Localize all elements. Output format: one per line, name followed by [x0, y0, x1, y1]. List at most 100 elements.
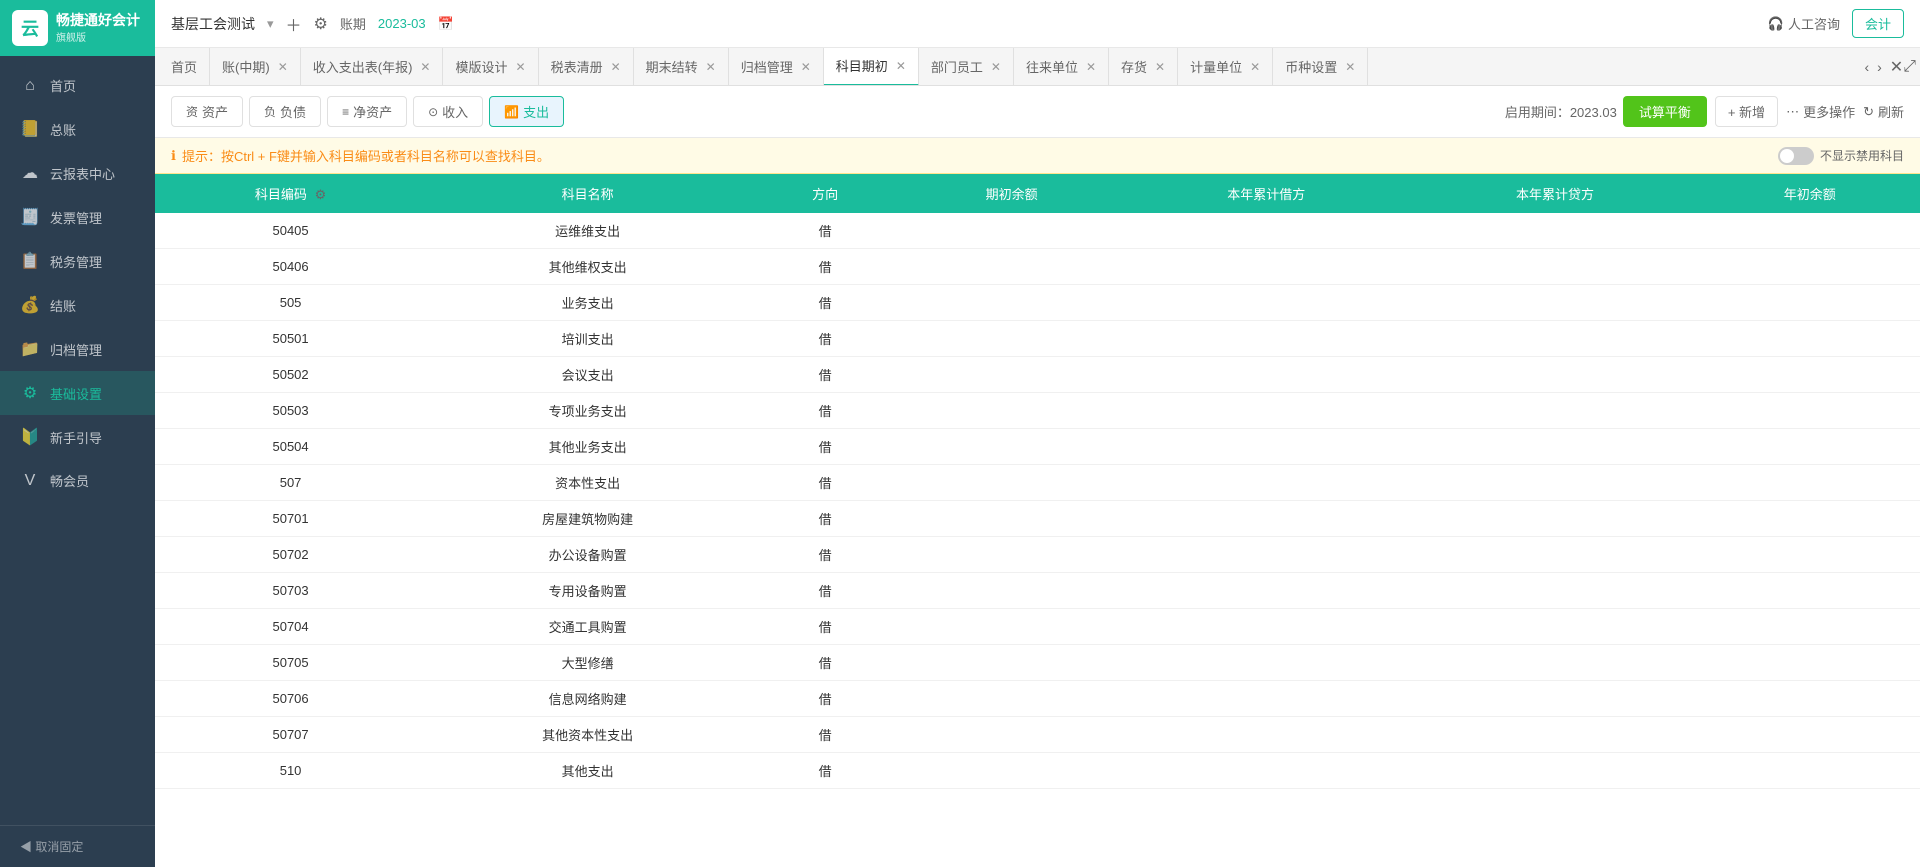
- col-code-label: 科目编码: [255, 187, 307, 202]
- tab-tax[interactable]: 税表清册 ✕: [539, 48, 634, 86]
- tab-inventory[interactable]: 存货 ✕: [1109, 48, 1178, 86]
- refresh-icon: ↻: [1863, 104, 1874, 120]
- cell-name-13: 信息网络购建: [426, 681, 749, 717]
- cell-year-opening-1: [1699, 249, 1920, 285]
- sidebar-item-archive[interactable]: 📁 归档管理: [0, 327, 155, 371]
- support-label: 人工咨询: [1788, 14, 1840, 33]
- tab-interim[interactable]: 账(中期) ✕: [210, 48, 301, 86]
- support-button[interactable]: 🎧 人工咨询: [1768, 14, 1840, 33]
- tab-template-close[interactable]: ✕: [516, 60, 526, 74]
- table-row[interactable]: 50502 会议支出 借: [155, 357, 1920, 393]
- subtab-expense[interactable]: 📶 支出: [489, 96, 564, 127]
- refresh-button[interactable]: ↻ 刷新: [1863, 102, 1904, 121]
- table-row[interactable]: 50406 其他维权支出 借: [155, 249, 1920, 285]
- cell-code-15: 510: [155, 753, 426, 789]
- tab-unit-close[interactable]: ✕: [1250, 60, 1260, 74]
- tab-subjperiod[interactable]: 科目期初 ✕: [824, 48, 919, 86]
- subtab-asset[interactable]: 资 资产: [171, 96, 243, 127]
- collapse-label: ◀ 取消固定: [20, 838, 83, 855]
- tab-expand-button[interactable]: ⤢: [1903, 58, 1916, 76]
- tab-yearend-close[interactable]: ✕: [706, 60, 716, 74]
- sidebar-item-reports[interactable]: ☁ 云报表中心: [0, 151, 155, 195]
- tab-currency[interactable]: 币种设置 ✕: [1273, 48, 1368, 86]
- tab-annual[interactable]: 收入支出表(年报) ✕: [301, 48, 444, 86]
- balance-button[interactable]: 试算平衡: [1623, 96, 1707, 127]
- subtab-netasset[interactable]: ≡ 净资产: [327, 96, 407, 127]
- subtab-liability[interactable]: 负 负债: [249, 96, 321, 127]
- tab-prev-button[interactable]: ‹: [1860, 59, 1873, 75]
- table-row[interactable]: 50702 办公设备购置 借: [155, 537, 1920, 573]
- sidebar-collapse-button[interactable]: ◀ 取消固定: [0, 825, 155, 867]
- table-row[interactable]: 50405 运维维支出 借: [155, 213, 1920, 249]
- more-button[interactable]: ⋯ 更多操作: [1786, 102, 1855, 121]
- sidebar-item-tax[interactable]: 📋 税务管理: [0, 239, 155, 283]
- tab-yearend[interactable]: 期末结转 ✕: [634, 48, 729, 86]
- cell-year-opening-10: [1699, 573, 1920, 609]
- table-row[interactable]: 50701 房屋建筑物购建 借: [155, 501, 1920, 537]
- table-row[interactable]: 50503 专项业务支出 借: [155, 393, 1920, 429]
- tab-unit[interactable]: 计量单位 ✕: [1178, 48, 1273, 86]
- hint-toggle-area: 不显示禁用科目: [1778, 147, 1904, 165]
- tab-archivemgr-close[interactable]: ✕: [801, 60, 811, 74]
- disabled-toggle[interactable]: [1778, 147, 1814, 165]
- sidebar-item-guide[interactable]: 🔰 新手引导: [0, 415, 155, 459]
- cell-ytd-credit-15: [1411, 753, 1700, 789]
- add-button[interactable]: + 新增: [1715, 96, 1778, 127]
- table-row[interactable]: 505 业务支出 借: [155, 285, 1920, 321]
- content-area: 资 资产 负 负债 ≡ 净资产 ⊙ 收入 📶 支出 启用期间：2023.03 试…: [155, 86, 1920, 867]
- table-row[interactable]: 50504 其他业务支出 借: [155, 429, 1920, 465]
- tab-close-all-button[interactable]: ✕: [1890, 57, 1903, 77]
- col-opening: 期初余额: [901, 174, 1122, 213]
- table-row[interactable]: 50704 交通工具购置 借: [155, 609, 1920, 645]
- tab-inventory-label: 存货: [1121, 57, 1147, 76]
- tab-tax-close[interactable]: ✕: [611, 60, 621, 74]
- calendar-icon[interactable]: 📅: [438, 16, 454, 32]
- cell-name-3: 培训支出: [426, 321, 749, 357]
- add-tab-button[interactable]: ＋: [286, 12, 302, 36]
- tab-home[interactable]: 首页: [159, 48, 210, 86]
- col-settings-icon[interactable]: ⚙: [315, 187, 327, 203]
- col-name: 科目名称: [426, 174, 749, 213]
- table-row[interactable]: 507 资本性支出 借: [155, 465, 1920, 501]
- account-button[interactable]: 会计: [1852, 9, 1904, 38]
- tab-template[interactable]: 模版设计 ✕: [443, 48, 538, 86]
- table-row[interactable]: 50501 培训支出 借: [155, 321, 1920, 357]
- cell-code-0: 50405: [155, 213, 426, 249]
- table-row[interactable]: 50706 信息网络购建 借: [155, 681, 1920, 717]
- add-label: + 新增: [1728, 102, 1765, 121]
- more-icon: ⋯: [1786, 104, 1799, 120]
- tab-partner[interactable]: 往来单位 ✕: [1014, 48, 1109, 86]
- headset-icon: 🎧: [1768, 16, 1784, 32]
- tab-next-button[interactable]: ›: [1873, 59, 1886, 75]
- table-row[interactable]: 50703 专用设备购置 借: [155, 573, 1920, 609]
- tab-dept[interactable]: 部门员工 ✕: [919, 48, 1014, 86]
- tab-currency-close[interactable]: ✕: [1345, 60, 1355, 74]
- sidebar-item-home[interactable]: ⌂ 首页: [0, 64, 155, 107]
- subtab-income[interactable]: ⊙ 收入: [413, 96, 483, 127]
- tab-unit-label: 计量单位: [1190, 57, 1242, 76]
- project-dropdown-icon[interactable]: ▾: [267, 16, 274, 32]
- tab-subjperiod-close[interactable]: ✕: [896, 59, 906, 73]
- subjects-table: 科目编码 ⚙ 科目名称 方向 期初余额 本年累计借方 本年累计贷方 年初余额 5…: [155, 174, 1920, 789]
- sidebar-item-ledger[interactable]: 📒 总账: [0, 107, 155, 151]
- sidebar-item-member[interactable]: V 畅会员: [0, 459, 155, 502]
- tab-archivemgr[interactable]: 归档管理 ✕: [729, 48, 824, 86]
- cell-ytd-debit-2: [1122, 285, 1411, 321]
- tab-annual-close[interactable]: ✕: [420, 60, 430, 74]
- cell-dir-11: 借: [749, 609, 901, 645]
- table-row[interactable]: 50705 大型修缮 借: [155, 645, 1920, 681]
- tab-interim-close[interactable]: ✕: [278, 60, 288, 74]
- cell-dir-7: 借: [749, 465, 901, 501]
- tab-dept-close[interactable]: ✕: [991, 60, 1001, 74]
- header-right: 🎧 人工咨询 会计: [1768, 9, 1904, 38]
- tab-partner-close[interactable]: ✕: [1086, 60, 1096, 74]
- sidebar-item-invoice[interactable]: 🧾 发票管理: [0, 195, 155, 239]
- table-row[interactable]: 50707 其他资本性支出 借: [155, 717, 1920, 753]
- project-settings-icon[interactable]: ⚙: [314, 14, 328, 34]
- sidebar-item-settings[interactable]: ⚙ 基础设置: [0, 371, 155, 415]
- sidebar-label-archive: 归档管理: [50, 340, 102, 359]
- table-row[interactable]: 510 其他支出 借: [155, 753, 1920, 789]
- cell-ytd-debit-14: [1122, 717, 1411, 753]
- tab-inventory-close[interactable]: ✕: [1155, 60, 1165, 74]
- sidebar-item-settlement[interactable]: 💰 结账: [0, 283, 155, 327]
